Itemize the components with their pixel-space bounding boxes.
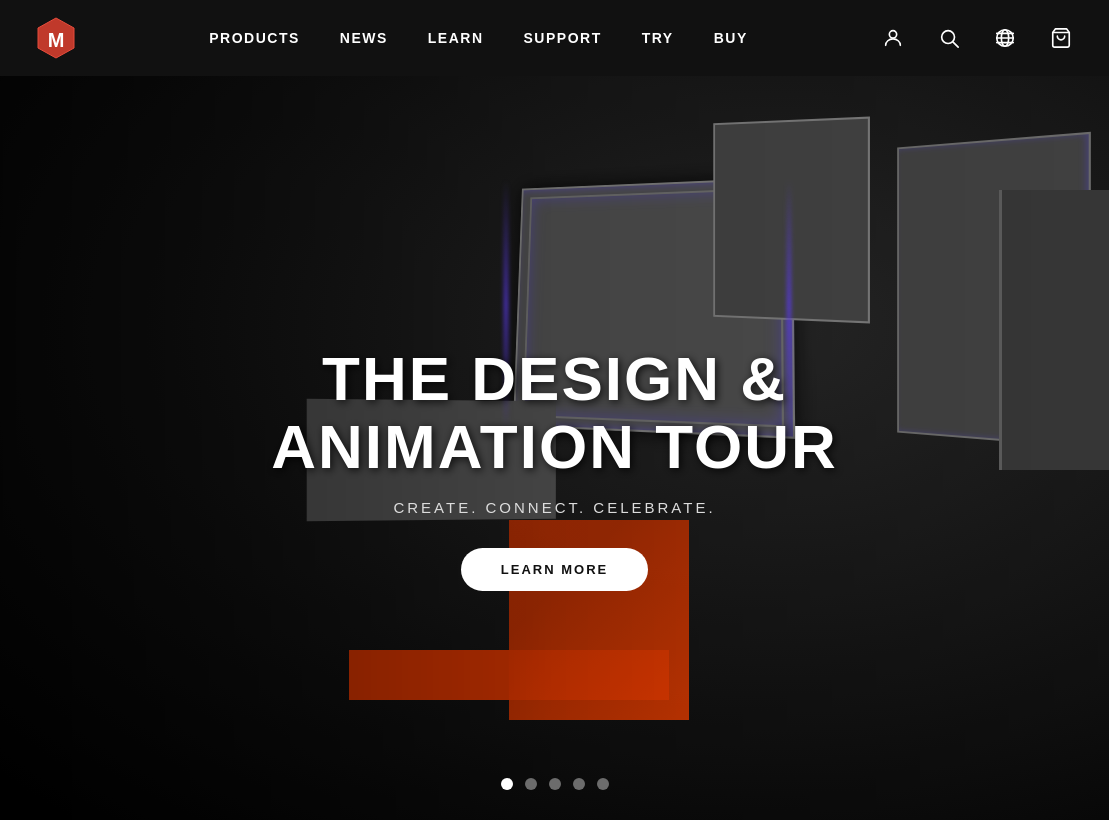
svg-text:M: M: [48, 29, 65, 51]
search-button[interactable]: [933, 22, 965, 54]
nav-link-news[interactable]: NEWS: [340, 30, 388, 46]
slide-dots: [501, 778, 609, 790]
account-button[interactable]: [877, 22, 909, 54]
dot-4[interactable]: [573, 778, 585, 790]
globe-icon: [994, 27, 1016, 49]
logo[interactable]: M: [32, 14, 80, 62]
svg-line-4: [953, 42, 958, 47]
cart-icon: [1050, 27, 1072, 49]
search-icon: [938, 27, 960, 49]
nav-link-buy[interactable]: BUY: [714, 30, 748, 46]
hero-content: THE DESIGN & ANIMATION TOUR CREATE. CONN…: [180, 345, 930, 591]
logo-icon: M: [32, 14, 80, 62]
nav-item-support[interactable]: SUPPORT: [524, 29, 602, 47]
nav-item-learn[interactable]: LEARN: [428, 29, 484, 47]
nav-item-products[interactable]: PRODUCTS: [209, 29, 300, 47]
svg-point-2: [889, 31, 896, 38]
hero-subtitle: CREATE. CONNECT. CELEBRATE.: [180, 499, 930, 516]
dot-2[interactable]: [525, 778, 537, 790]
dot-5[interactable]: [597, 778, 609, 790]
hero-section: THE DESIGN & ANIMATION TOUR CREATE. CONN…: [0, 0, 1109, 820]
nav-icons: [877, 22, 1077, 54]
nav-link-learn[interactable]: LEARN: [428, 30, 484, 46]
dot-1[interactable]: [501, 778, 513, 790]
hero-title: THE DESIGN & ANIMATION TOUR: [180, 345, 930, 481]
main-nav: M PRODUCTS NEWS LEARN SUPPORT TRY BUY: [0, 0, 1109, 76]
cart-button[interactable]: [1045, 22, 1077, 54]
nav-link-products[interactable]: PRODUCTS: [209, 30, 300, 46]
nav-item-buy[interactable]: BUY: [714, 29, 748, 47]
nav-link-support[interactable]: SUPPORT: [524, 30, 602, 46]
nav-links: PRODUCTS NEWS LEARN SUPPORT TRY BUY: [209, 29, 748, 47]
nav-item-try[interactable]: TRY: [642, 29, 674, 47]
nav-link-try[interactable]: TRY: [642, 30, 674, 46]
nav-item-news[interactable]: NEWS: [340, 29, 388, 47]
account-icon: [882, 27, 904, 49]
learn-more-button[interactable]: LEARN MORE: [461, 548, 648, 591]
language-button[interactable]: [989, 22, 1021, 54]
dot-3[interactable]: [549, 778, 561, 790]
